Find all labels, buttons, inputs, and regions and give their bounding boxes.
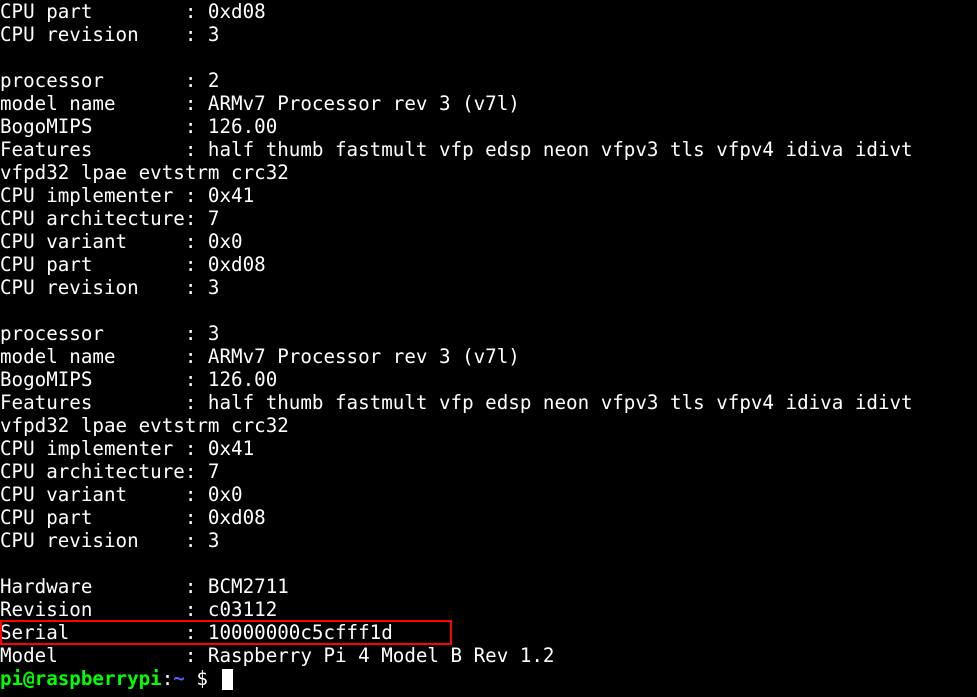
terminal-line: processor : 2	[0, 69, 977, 92]
terminal-line: Revision : c03112	[0, 598, 977, 621]
terminal-line: vfpd32 lpae evtstrm crc32	[0, 161, 977, 184]
terminal-line: CPU revision : 3	[0, 529, 977, 552]
prompt-line[interactable]: pi@raspberrypi:~ $	[0, 667, 977, 690]
prompt-cwd: ~	[173, 667, 185, 690]
cursor	[222, 669, 233, 690]
terminal-line: CPU architecture: 7	[0, 460, 977, 483]
terminal-output[interactable]: CPU part : 0xd08CPU revision : 3processo…	[0, 0, 977, 690]
terminal-line: CPU revision : 3	[0, 276, 977, 299]
terminal-line: CPU implementer : 0x41	[0, 437, 977, 460]
terminal-line: BogoMIPS : 126.00	[0, 368, 977, 391]
terminal-line: BogoMIPS : 126.00	[0, 115, 977, 138]
terminal-line: Serial : 10000000c5cfff1d	[0, 621, 977, 644]
prompt-sep: :	[162, 667, 174, 690]
terminal-line: CPU variant : 0x0	[0, 230, 977, 253]
terminal-line	[0, 552, 977, 575]
terminal-line: CPU architecture: 7	[0, 207, 977, 230]
terminal-line: CPU part : 0xd08	[0, 0, 977, 23]
terminal-line: model name : ARMv7 Processor rev 3 (v7l)	[0, 345, 977, 368]
terminal-line: Features : half thumb fastmult vfp edsp …	[0, 138, 977, 161]
terminal-line: processor : 3	[0, 322, 977, 345]
terminal-line	[0, 299, 977, 322]
terminal-line: CPU revision : 3	[0, 23, 977, 46]
terminal-line	[0, 46, 977, 69]
terminal-line: Hardware : BCM2711	[0, 575, 977, 598]
terminal-line: CPU part : 0xd08	[0, 253, 977, 276]
terminal-line: model name : ARMv7 Processor rev 3 (v7l)	[0, 92, 977, 115]
terminal-line: CPU part : 0xd08	[0, 506, 977, 529]
terminal-line: CPU variant : 0x0	[0, 483, 977, 506]
terminal-line: CPU implementer : 0x41	[0, 184, 977, 207]
terminal-line: Features : half thumb fastmult vfp edsp …	[0, 391, 977, 414]
prompt-end: $	[185, 667, 220, 690]
terminal-line: vfpd32 lpae evtstrm crc32	[0, 414, 977, 437]
prompt-userhost: pi@raspberrypi	[0, 667, 162, 690]
terminal-line: Model : Raspberry Pi 4 Model B Rev 1.2	[0, 644, 977, 667]
